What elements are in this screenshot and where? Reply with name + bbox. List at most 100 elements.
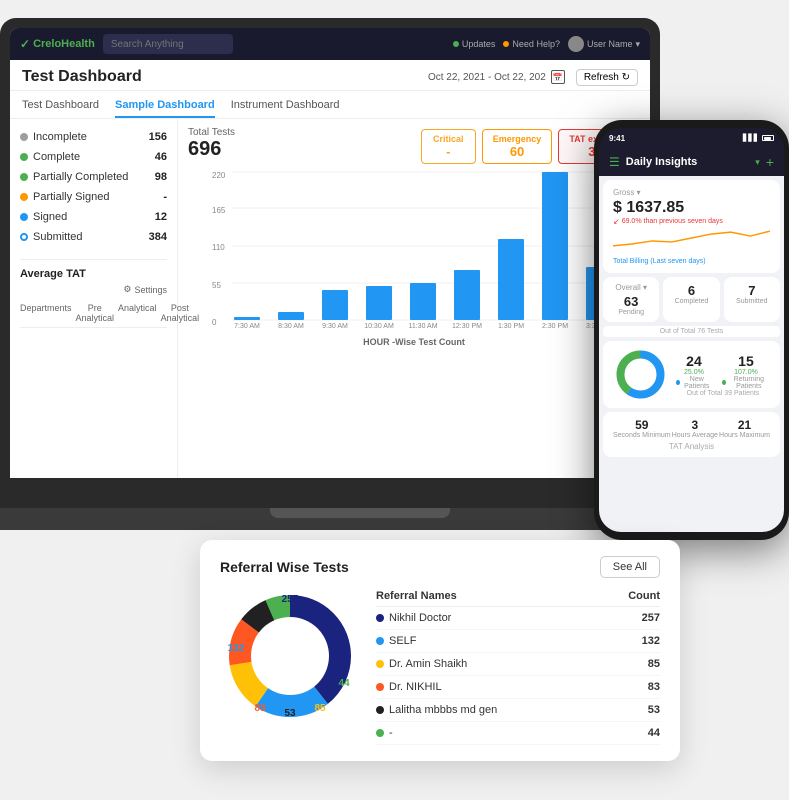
tab-test-dashboard[interactable]: Test Dashboard xyxy=(22,95,99,118)
phone-plus-icon[interactable]: + xyxy=(766,154,774,170)
svg-text:8:30 AM: 8:30 AM xyxy=(278,323,304,330)
phone-stats-row: Overall ▾ 63 Pending 6 Completed 7 Submi… xyxy=(603,277,780,322)
signed-dot xyxy=(20,213,28,221)
stat-incomplete: Incomplete 156 xyxy=(20,127,167,147)
app-logo: ✓ CreloHealth xyxy=(20,37,95,51)
dashboard: Test Dashboard Oct 22, 2021 - Oct 22, 20… xyxy=(10,60,650,478)
ref-row-dash: - 44 xyxy=(376,722,660,745)
avatar xyxy=(568,36,584,52)
total-tests-label: Total Tests xyxy=(188,127,235,138)
svg-text:9:30 AM: 9:30 AM xyxy=(322,323,348,330)
partially-completed-dot xyxy=(20,173,28,181)
svg-text:10:30 AM: 10:30 AM xyxy=(364,323,394,330)
search-input[interactable] xyxy=(103,34,233,54)
phone-screen: 9:41 ▋▋▋ ☰ Daily Insights ▾ + Gross ▾ $ … xyxy=(599,128,784,532)
complete-dot xyxy=(20,153,28,161)
refresh-button[interactable]: Refresh ↻ xyxy=(576,69,638,86)
stat-signed: Signed 12 xyxy=(20,207,167,227)
svg-text:220: 220 xyxy=(212,171,226,180)
phone-content: Gross ▾ $ 1637.85 ↙ 69.0% than previous … xyxy=(599,176,784,532)
svg-text:165: 165 xyxy=(212,206,226,215)
svg-text:257: 257 xyxy=(282,594,299,605)
laptop-notch xyxy=(270,508,450,518)
svg-text:2:30 PM: 2:30 PM xyxy=(542,323,568,330)
svg-text:132: 132 xyxy=(228,643,245,654)
referral-card-header: Referral Wise Tests See All xyxy=(220,556,660,578)
referral-content: 257 132 44 53 83 85 Referral Names Count… xyxy=(220,586,660,745)
avg-tat-label: Average TAT xyxy=(20,259,167,280)
phone: 9:41 ▋▋▋ ☰ Daily Insights ▾ + Gross ▾ $ … xyxy=(594,120,789,540)
phone-status-bar: 9:41 ▋▋▋ xyxy=(599,128,784,148)
stat-submitted: Submitted 384 xyxy=(20,227,167,247)
svg-text:7:30 AM: 7:30 AM xyxy=(234,323,260,330)
ref-row-lalitha: Lalitha mbbbs md gen 53 xyxy=(376,699,660,722)
svg-text:44: 44 xyxy=(338,678,350,689)
hamburger-icon[interactable]: ☰ xyxy=(609,155,620,169)
referral-table-header: Referral Names Count xyxy=(376,586,660,607)
submitted-dot xyxy=(20,233,28,241)
main-content: Incomplete 156 Complete 46 xyxy=(10,119,650,478)
tab-instrument-dashboard[interactable]: Instrument Dashboard xyxy=(231,95,340,118)
phone-donut-card: 24 25.0% New Patients 15 107.0% xyxy=(603,341,780,408)
help-nav: Need Help? xyxy=(503,39,560,49)
phone-stat-pending: Overall ▾ 63 Pending xyxy=(603,277,659,322)
user-nav[interactable]: User Name ▾ xyxy=(568,36,640,52)
bar-chart-svg: 0 55 110 165 220 xyxy=(188,170,640,330)
referral-table: Referral Names Count Nikhil Doctor 257 S… xyxy=(376,586,660,745)
stats-sidebar: Incomplete 156 Complete 46 xyxy=(10,119,178,478)
settings-link[interactable]: ⚙ Settings xyxy=(123,284,167,295)
stat-partially-completed: Partially Completed 98 xyxy=(20,167,167,187)
phone-donut-chart xyxy=(613,347,668,402)
phone-header: ☰ Daily Insights ▾ + xyxy=(599,148,784,176)
check-icon: ✓ xyxy=(20,37,30,51)
ref-row-amin: Dr. Amin Shaikh 85 xyxy=(376,653,660,676)
laptop: ✓ CreloHealth Updates Need Help? User Na… xyxy=(0,18,660,508)
ref-row-nikhil: Nikhil Doctor 257 xyxy=(376,607,660,630)
calendar-icon[interactable]: 📅 xyxy=(551,70,565,84)
chevron-down-icon: ▾ xyxy=(635,39,640,50)
dashboard-header: Test Dashboard Oct 22, 2021 - Oct 22, 20… xyxy=(10,60,650,91)
stat-partially-signed: Partially Signed - xyxy=(20,187,167,207)
svg-text:55: 55 xyxy=(212,281,221,290)
signal-icon: ▋▋▋ xyxy=(743,134,759,142)
badge-critical: Critical - xyxy=(421,129,476,164)
svg-text:0: 0 xyxy=(212,318,217,327)
see-all-button[interactable]: See All xyxy=(600,556,660,578)
badges: Critical - Emergency 60 TAT exceeded 330 xyxy=(245,129,640,164)
battery-icon xyxy=(762,135,774,141)
svg-text:85: 85 xyxy=(314,703,326,714)
phone-dropdown[interactable]: ▾ xyxy=(755,157,760,168)
referral-title: Referral Wise Tests xyxy=(220,559,349,575)
nav-bar: ✓ CreloHealth Updates Need Help? User Na… xyxy=(10,28,650,60)
phone-trend: ↙ 69.0% than previous seven days xyxy=(613,217,770,226)
total-tests-value: 696 xyxy=(188,138,235,161)
svg-text:12:30 PM: 12:30 PM xyxy=(452,323,482,330)
ref-row-nikhil2: Dr. NIKHIL 83 xyxy=(376,676,660,699)
billing-label: Total Billing (Last seven days) xyxy=(613,258,770,265)
page-title: Test Dashboard xyxy=(22,68,428,86)
chart-area: Total Tests 696 Critical - Emergency 60 xyxy=(178,119,650,478)
badge-emergency: Emergency 60 xyxy=(482,129,553,164)
updates-nav: Updates xyxy=(453,39,496,49)
phone-stat-completed: 6 Completed xyxy=(663,277,719,322)
tab-sample-dashboard[interactable]: Sample Dashboard xyxy=(115,95,215,118)
ref-row-self: SELF 132 xyxy=(376,630,660,653)
svg-text:1:30 PM: 1:30 PM xyxy=(498,323,524,330)
phone-tat-card: 59 Seconds Minimum 3 Hours Average 21 Ho… xyxy=(603,412,780,457)
chart-top: Total Tests 696 Critical - Emergency 60 xyxy=(188,127,640,164)
phone-title: Daily Insights xyxy=(626,156,750,168)
tat-table: Departments Pre Analytical Analytical Po… xyxy=(20,303,167,328)
svg-text:53: 53 xyxy=(284,708,296,719)
help-dot xyxy=(503,41,509,47)
tests-sub: Out of Total 76 Tests xyxy=(603,326,780,337)
tabs: Test Dashboard Sample Dashboard Instrume… xyxy=(10,91,650,119)
referral-card: Referral Wise Tests See All 257 132 44 5… xyxy=(200,540,680,761)
svg-text:11:30 AM: 11:30 AM xyxy=(408,323,437,330)
referral-donut-svg: 257 132 44 53 83 85 xyxy=(220,586,360,726)
phone-amount: $ 1637.85 xyxy=(613,199,770,217)
phone-stat-submitted: 7 Submitted xyxy=(724,277,780,322)
referral-donut: 257 132 44 53 83 85 xyxy=(220,586,360,726)
updates-dot xyxy=(453,41,459,47)
svg-text:83: 83 xyxy=(254,703,266,714)
phone-amount-card: Gross ▾ $ 1637.85 ↙ 69.0% than previous … xyxy=(603,180,780,273)
